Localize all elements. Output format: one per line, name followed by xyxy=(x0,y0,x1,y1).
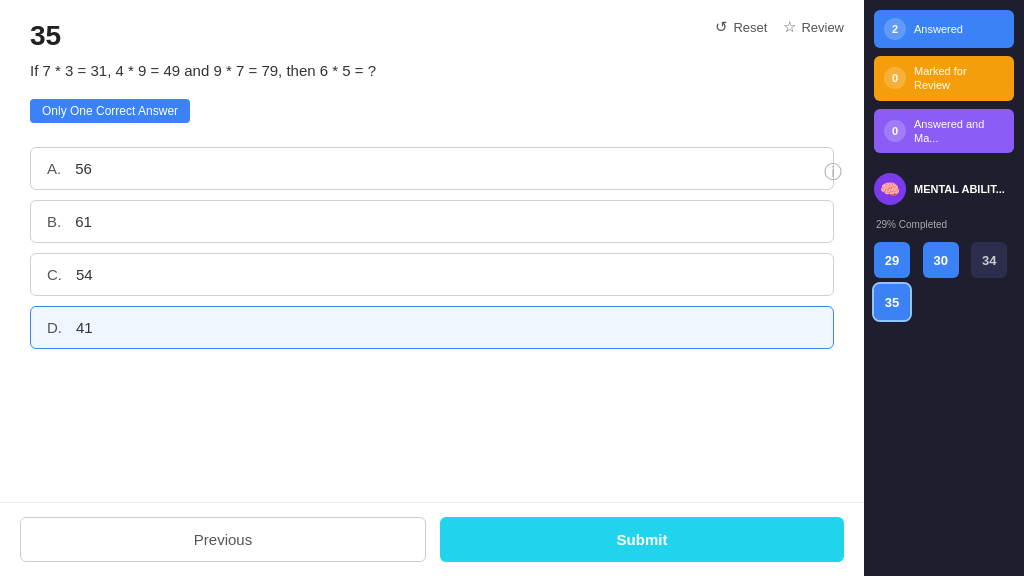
mental-ability-section: 🧠 MENTAL ABILIT... xyxy=(874,167,1014,211)
review-button[interactable]: ☆ Review xyxy=(783,18,844,36)
info-icon: ⓘ xyxy=(824,160,842,184)
grid-item-34[interactable]: 34 xyxy=(971,242,1007,278)
option-c[interactable]: C. 54 xyxy=(30,253,834,296)
review-label: Review xyxy=(801,20,844,35)
option-d[interactable]: D. 41 xyxy=(30,306,834,349)
question-grid: 29 30 34 35 xyxy=(874,242,1014,320)
sidebar: 2 Answered 0 Marked for Review 0 Answere… xyxy=(864,0,1024,576)
option-d-value: 41 xyxy=(76,319,93,336)
options-list: A. 56 B. 61 C. 54 D. 41 xyxy=(30,147,834,349)
answered-marked-count: 0 xyxy=(884,120,906,142)
option-b-label: B. xyxy=(47,213,61,230)
answered-count: 2 xyxy=(884,18,906,40)
mental-label: MENTAL ABILIT... xyxy=(914,183,1005,196)
reset-label: Reset xyxy=(733,20,767,35)
grid-item-35[interactable]: 35 xyxy=(874,284,910,320)
review-count: 0 xyxy=(884,67,906,89)
option-a-value: 56 xyxy=(75,160,92,177)
option-a-label: A. xyxy=(47,160,61,177)
answered-marked-stat: 0 Answered and Ma... xyxy=(874,109,1014,154)
question-text: If 7 * 3 = 31, 4 * 9 = 49 and 9 * 7 = 79… xyxy=(30,60,834,83)
answer-type-badge: Only One Correct Answer xyxy=(30,99,190,123)
mental-icon: 🧠 xyxy=(874,173,906,205)
option-b[interactable]: B. 61 xyxy=(30,200,834,243)
submit-button[interactable]: Submit xyxy=(440,517,844,562)
option-d-label: D. xyxy=(47,319,62,336)
review-stat: 0 Marked for Review xyxy=(874,56,1014,101)
main-content: 35 ↺ Reset ☆ Review If 7 * 3 = 31, 4 * 9… xyxy=(0,0,864,576)
option-b-value: 61 xyxy=(75,213,92,230)
grid-item-30[interactable]: 30 xyxy=(923,242,959,278)
reset-button[interactable]: ↺ Reset xyxy=(715,18,767,36)
option-c-value: 54 xyxy=(76,266,93,283)
option-a[interactable]: A. 56 xyxy=(30,147,834,190)
answered-label: Answered xyxy=(914,22,963,36)
option-c-label: C. xyxy=(47,266,62,283)
reset-icon: ↺ xyxy=(715,18,728,36)
grid-item-29[interactable]: 29 xyxy=(874,242,910,278)
review-label: Marked for Review xyxy=(914,64,1004,93)
question-number: 35 xyxy=(30,20,834,52)
completed-text: 29% Completed xyxy=(874,219,1014,230)
answered-marked-label: Answered and Ma... xyxy=(914,117,1004,146)
bottom-nav: Previous Submit xyxy=(0,502,864,576)
answered-stat: 2 Answered xyxy=(874,10,1014,48)
review-icon: ☆ xyxy=(783,18,796,36)
previous-button[interactable]: Previous xyxy=(20,517,426,562)
top-actions: ↺ Reset ☆ Review xyxy=(715,18,844,36)
